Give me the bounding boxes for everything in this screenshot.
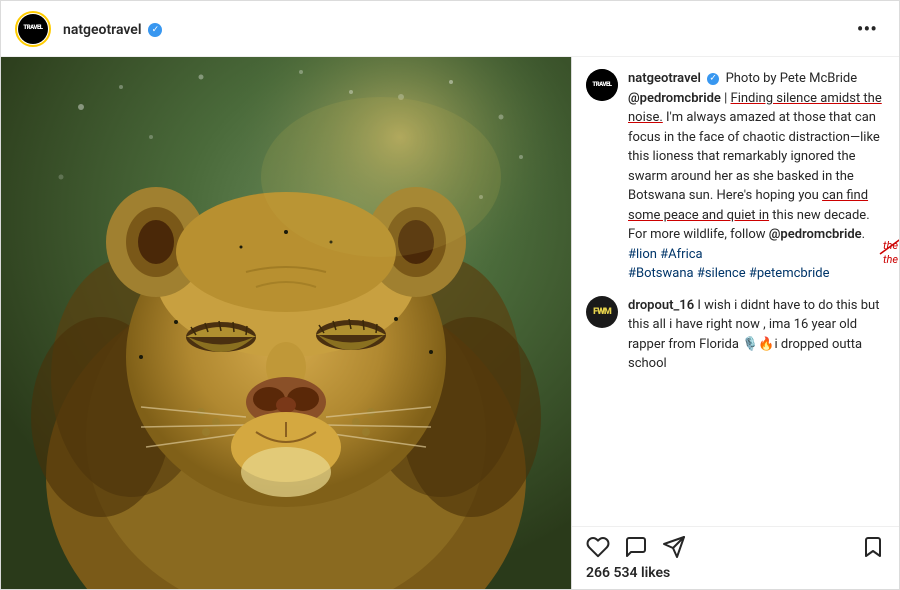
- more-options-button[interactable]: •••: [849, 17, 885, 41]
- post-caption: TRAVEL natgeotravel Photo by Pete McBrid…: [586, 69, 885, 284]
- caption-text: natgeotravel Photo by Pete McBride @pedr…: [628, 69, 885, 284]
- bookmark-icon: [861, 535, 885, 559]
- hashtag-lion[interactable]: #lion: [628, 247, 657, 262]
- header-username[interactable]: natgeotravel: [63, 22, 141, 38]
- verified-badge-header: [148, 23, 162, 37]
- bookmark-button[interactable]: [861, 535, 885, 559]
- post-image: [1, 57, 571, 589]
- heart-icon: [586, 535, 610, 559]
- like-button[interactable]: [586, 535, 610, 559]
- annotation-text: the core idea of the story: [883, 239, 899, 268]
- post-body: TRAVEL natgeotravel Photo by Pete McBrid…: [1, 57, 899, 589]
- mention-pedromcbride[interactable]: @pedromcbride: [628, 91, 721, 106]
- comment-dropout16: FWM dropout_16 I wish i didnt have to do…: [586, 296, 885, 374]
- caption-body: Photo by Pete McBride @pedromcbride | Fi…: [628, 71, 882, 281]
- action-icons-row: [586, 535, 885, 559]
- comment-username-dropout[interactable]: dropout_16: [628, 298, 694, 313]
- instagram-post: TRAVEL natgeotravel •••: [0, 0, 900, 590]
- header-username-container: natgeotravel: [63, 19, 162, 38]
- likes-count: 266 534 likes: [586, 565, 885, 581]
- comment-avatar-dropout[interactable]: FWM: [586, 296, 618, 328]
- lion-photo: [1, 57, 571, 589]
- share-button[interactable]: [662, 535, 686, 559]
- hashtag-petemcbride[interactable]: #petemcbride: [749, 266, 830, 281]
- hashtag-africa[interactable]: #Africa: [660, 247, 702, 262]
- header-avatar[interactable]: TRAVEL: [15, 11, 51, 47]
- post-actions: 266 534 likes: [572, 526, 899, 589]
- captions-area[interactable]: TRAVEL natgeotravel Photo by Pete McBrid…: [572, 57, 899, 526]
- post-header: TRAVEL natgeotravel •••: [1, 1, 899, 57]
- hashtag-silence[interactable]: #silence: [697, 266, 746, 281]
- comment-icon: [624, 535, 648, 559]
- hashtag-botswana[interactable]: #Botswana: [628, 266, 694, 281]
- verified-badge-caption: [707, 73, 719, 85]
- caption-avatar[interactable]: TRAVEL: [586, 69, 618, 101]
- comment-text-dropout: dropout_16 I wish i didnt have to do thi…: [628, 296, 885, 374]
- comment-button[interactable]: [624, 535, 648, 559]
- mention-pedromcbride-2[interactable]: @pedromcbride: [769, 227, 862, 242]
- post-right-panel: TRAVEL natgeotravel Photo by Pete McBrid…: [571, 57, 899, 589]
- caption-username[interactable]: natgeotravel: [628, 71, 701, 86]
- share-icon: [662, 535, 686, 559]
- underlined-phrase-2: can find some peace and quiet in: [628, 188, 868, 223]
